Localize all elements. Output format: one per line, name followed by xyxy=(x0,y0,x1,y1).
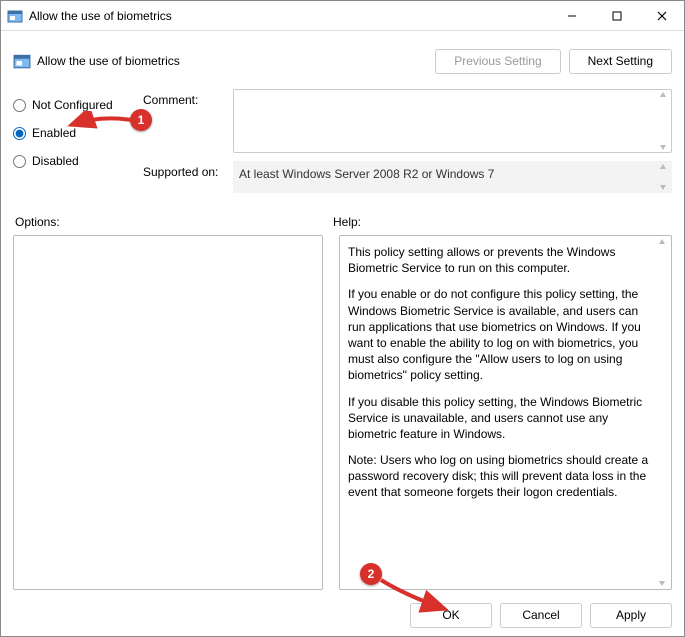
apply-button[interactable]: Apply xyxy=(590,603,672,628)
help-text: Note: Users who log on using biometrics … xyxy=(348,452,653,501)
help-text: This policy setting allows or prevents t… xyxy=(348,244,653,276)
policy-editor-window: Allow the use of biometrics Allow the us… xyxy=(0,0,685,637)
comment-textarea[interactable] xyxy=(233,89,672,153)
scrollbar[interactable] xyxy=(656,91,670,151)
supported-on-label: Supported on: xyxy=(143,161,233,179)
ok-button[interactable]: OK xyxy=(410,603,492,628)
policy-icon xyxy=(7,8,23,24)
options-pane xyxy=(13,235,323,590)
radio-label: Disabled xyxy=(32,154,79,168)
next-setting-button[interactable]: Next Setting xyxy=(569,49,672,74)
radio-enabled-input[interactable] xyxy=(13,127,26,140)
radio-label: Enabled xyxy=(32,126,76,140)
previous-setting-button[interactable]: Previous Setting xyxy=(435,49,560,74)
radio-not-configured-input[interactable] xyxy=(13,99,26,112)
titlebar: Allow the use of biometrics xyxy=(1,1,684,31)
radio-enabled[interactable]: Enabled xyxy=(13,119,143,147)
minimize-button[interactable] xyxy=(549,1,594,30)
radio-disabled-input[interactable] xyxy=(13,155,26,168)
close-button[interactable] xyxy=(639,1,684,30)
help-text: If you disable this policy setting, the … xyxy=(348,394,653,443)
state-radio-group: Not Configured Enabled Disabled xyxy=(13,89,143,201)
window-title: Allow the use of biometrics xyxy=(29,9,549,23)
help-label: Help: xyxy=(333,215,672,229)
options-label: Options: xyxy=(13,215,333,229)
scrollbar[interactable] xyxy=(655,238,669,587)
radio-not-configured[interactable]: Not Configured xyxy=(13,91,143,119)
radio-disabled[interactable]: Disabled xyxy=(13,147,143,175)
help-pane: This policy setting allows or prevents t… xyxy=(339,235,672,590)
radio-label: Not Configured xyxy=(32,98,113,112)
comment-label: Comment: xyxy=(143,89,233,107)
policy-icon xyxy=(13,52,31,70)
scrollbar[interactable] xyxy=(656,163,670,191)
help-text: If you enable or do not configure this p… xyxy=(348,286,653,383)
dialog-footer: OK Cancel Apply xyxy=(1,594,684,636)
maximize-button[interactable] xyxy=(594,1,639,30)
cancel-button[interactable]: Cancel xyxy=(500,603,582,628)
supported-on-value: At least Windows Server 2008 R2 or Windo… xyxy=(233,161,672,193)
header-title: Allow the use of biometrics xyxy=(37,54,180,68)
header-row: Allow the use of biometrics Previous Set… xyxy=(13,39,672,83)
